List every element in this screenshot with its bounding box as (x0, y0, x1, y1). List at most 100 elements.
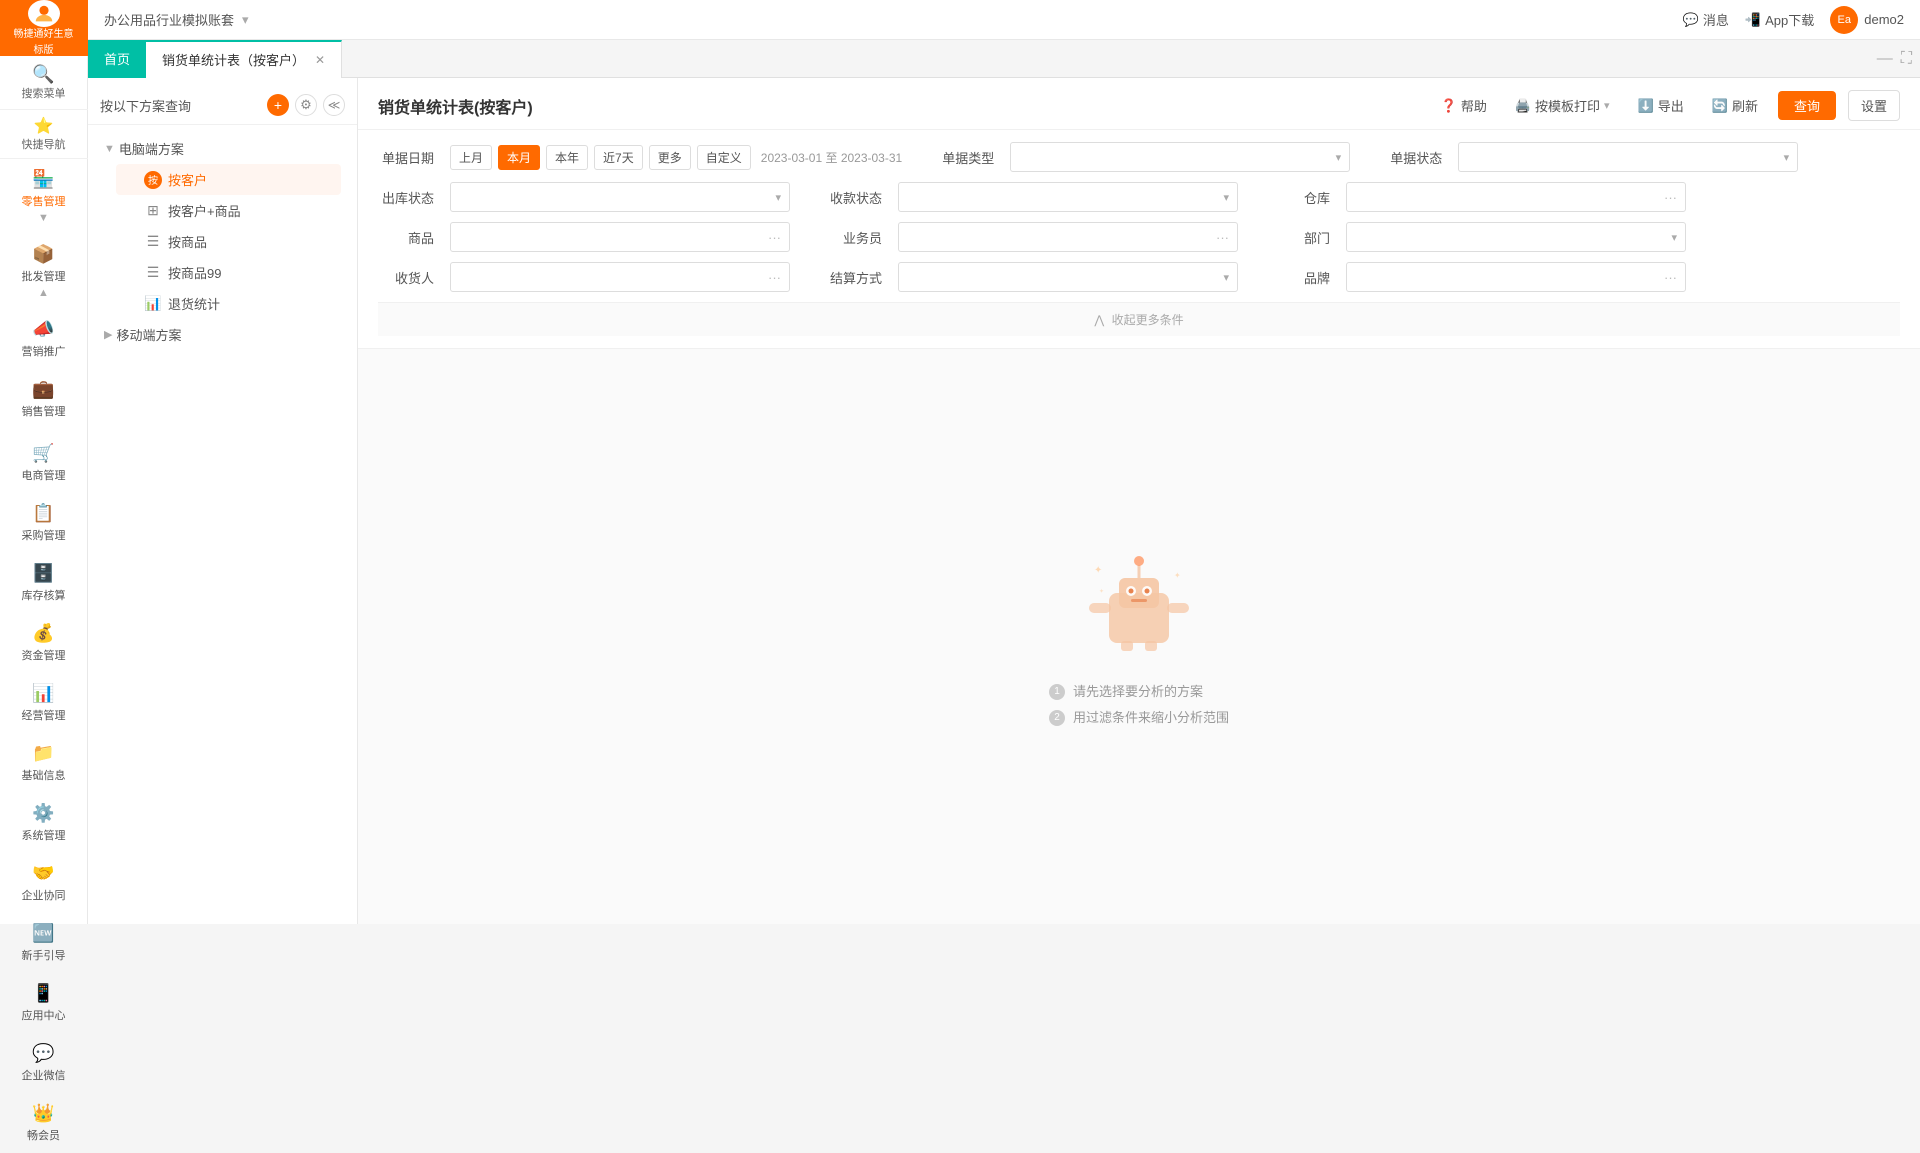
order-type-select[interactable]: ▾ (1010, 142, 1350, 172)
export-btn[interactable]: ⬇️ 导出 (1630, 92, 1692, 119)
logo-icon (28, 0, 60, 27)
sidebar-item-newuser[interactable]: 🆕 新手引导 (0, 913, 88, 973)
custom-date-btn[interactable]: 自定义 (697, 145, 751, 170)
help-btn[interactable]: ❓ 帮助 (1433, 92, 1495, 119)
payment-status-select[interactable]: ▾ (898, 182, 1238, 212)
collapse-left-btn[interactable]: ≪ (323, 94, 345, 116)
warehouse-input[interactable]: ··· (1346, 182, 1686, 212)
sidebar-item-basic[interactable]: 📁 基础信息 (0, 733, 88, 793)
out-status-arrow: ▾ (775, 191, 781, 204)
collapse-icon: ⋀ (1094, 313, 1104, 327)
sidebar-logo[interactable]: 畅捷通好生意 标版 (0, 0, 88, 56)
print-icon: 🖨️ (1515, 98, 1531, 114)
sidebar-item-sales[interactable]: 💼 销售管理 (0, 369, 88, 429)
payment-status-label: 收款状态 (826, 188, 882, 207)
message-btn[interactable]: 💬 消息 (1683, 10, 1729, 29)
by-product-label: 按商品 (168, 232, 207, 251)
tab-minimize-btn[interactable]: — (1877, 50, 1893, 68)
sidebar-item-operations[interactable]: 📊 经营管理 (0, 673, 88, 733)
app-download-btn[interactable]: 📲 App下载 (1745, 10, 1814, 29)
this-year-btn[interactable]: 本年 (546, 145, 588, 170)
tree-mobile-parent[interactable]: ▶ 移动端方案 (96, 319, 349, 350)
appcenter-label: 应用中心 (22, 1007, 66, 1023)
sidebar-item-finance[interactable]: 💰 资金管理 (0, 613, 88, 673)
tip-row-1: 1 请先选择要分析的方案 (1049, 679, 1229, 705)
filter-row-1: 单据日期 上月 本月 本年 近7天 更多 自定义 2023-03-01 至 20… (378, 142, 1900, 172)
order-status-label: 单据状态 (1386, 148, 1442, 167)
sidebar-item-inventory[interactable]: 🗄️ 库存核算 (0, 553, 88, 613)
industry-dropdown-icon[interactable]: ▾ (242, 12, 249, 28)
order-type-arrow: ▾ (1336, 151, 1342, 164)
sidebar-item-corpwechat[interactable]: 💬 企业微信 (0, 1033, 88, 1093)
user-menu[interactable]: Ea demo2 (1830, 6, 1904, 34)
user-name: demo2 (1864, 12, 1904, 27)
tab-close-btn[interactable]: ✕ (315, 53, 325, 67)
settings-scheme-btn[interactable]: ⚙ (295, 94, 317, 116)
retail-chevron: ▼ (38, 212, 49, 224)
query-label: 查询 (1794, 96, 1820, 115)
tab-actions: — ⛶ (342, 50, 1920, 68)
system-label: 系统管理 (22, 827, 66, 843)
tree-item-by-product99[interactable]: ☰ 按商品99 (116, 257, 341, 288)
receiver-input[interactable]: ··· (450, 262, 790, 292)
order-status-select[interactable]: ▾ (1458, 142, 1798, 172)
tree-desktop-parent[interactable]: ▼ 电脑端方案 (96, 133, 349, 164)
more-date-btn[interactable]: 更多 (649, 145, 691, 170)
operations-icon: 📊 (32, 683, 54, 704)
sidebar-item-system[interactable]: ⚙️ 系统管理 (0, 793, 88, 853)
date-range-text: 2023-03-01 至 2023-03-31 (761, 149, 902, 166)
export-icon: ⬇️ (1638, 98, 1654, 114)
sidebar-search-menu[interactable]: 🔍 搜索菜单 (0, 56, 88, 110)
order-type-label: 单据类型 (938, 148, 994, 167)
by-product99-label: 按商品99 (168, 263, 221, 282)
settlement-arrow: ▾ (1223, 271, 1229, 284)
sidebar-item-ecommerce[interactable]: 🛒 电商管理 (0, 433, 88, 493)
filter-row-2: 出库状态 ▾ 收款状态 ▾ 仓库 ··· (378, 182, 1900, 212)
wholesale-icon: 📦 (32, 244, 54, 265)
sidebar-item-appcenter[interactable]: 📱 应用中心 (0, 973, 88, 1033)
add-scheme-btn[interactable]: + (267, 94, 289, 116)
tree-item-by-customer[interactable]: 按 按客户 (116, 164, 341, 195)
member-icon: 👑 (32, 1103, 54, 1124)
print-btn[interactable]: 🖨️ 按模板打印 ▾ (1507, 92, 1618, 119)
out-status-select[interactable]: ▾ (450, 182, 790, 212)
sidebar-item-retail[interactable]: 🏪 零售管理 ▼ (0, 159, 88, 234)
refresh-btn[interactable]: 🔄 刷新 (1704, 92, 1766, 119)
sidebar-item-purchase[interactable]: 📋 采购管理 (0, 493, 88, 553)
last-month-btn[interactable]: 上月 (450, 145, 492, 170)
refresh-label: 刷新 (1732, 96, 1758, 115)
brand-input[interactable]: ··· (1346, 262, 1686, 292)
inventory-icon: 🗄️ (32, 563, 54, 584)
tree-item-by-product[interactable]: ☰ 按商品 (116, 226, 341, 257)
collapse-bar[interactable]: ⋀ 收起更多条件 (378, 302, 1900, 336)
operations-label: 经营管理 (22, 707, 66, 723)
salesperson-input[interactable]: ··· (898, 222, 1238, 252)
wholesale-label: 批发管理 (22, 268, 66, 284)
receiver-label: 收货人 (378, 268, 434, 287)
department-select[interactable]: ▾ (1346, 222, 1686, 252)
settings-btn[interactable]: 设置 (1848, 90, 1900, 121)
settlement-select[interactable]: ▾ (898, 262, 1238, 292)
sidebar-item-wholesale[interactable]: 📦 批发管理 ▲ (0, 234, 88, 309)
search-menu-label: 搜索菜单 (6, 85, 82, 101)
sidebar-item-member[interactable]: 👑 畅会员 (0, 1093, 88, 1153)
report-tab-label: 销货单统计表（按客户） (162, 50, 305, 69)
sidebar-item-enterprise[interactable]: 🤝 企业协同 (0, 853, 88, 913)
tab-maximize-btn[interactable]: ⛶ (1901, 50, 1912, 68)
tab-report[interactable]: 销货单统计表（按客户） ✕ (146, 40, 342, 78)
department-arrow: ▾ (1671, 231, 1677, 244)
query-btn[interactable]: 查询 (1778, 91, 1836, 120)
tree-item-return-stats[interactable]: 📊 退货统计 (116, 288, 341, 319)
sidebar-item-marketing[interactable]: 📣 营销推广 (0, 309, 88, 369)
corpwechat-label: 企业微信 (22, 1067, 66, 1083)
tip-text-1: 请先选择要分析的方案 (1073, 679, 1203, 705)
sidebar-quick-nav[interactable]: ⭐ 快捷导航 (0, 110, 88, 159)
product-input[interactable]: ··· (450, 222, 790, 252)
user-avatar: Ea (1830, 6, 1858, 34)
print-label: 按模板打印 (1535, 96, 1600, 115)
tab-home[interactable]: 首页 (88, 40, 146, 78)
last7-btn[interactable]: 近7天 (594, 145, 643, 170)
tree-item-by-customer-product[interactable]: ⊞ 按客户+商品 (116, 195, 341, 226)
this-month-btn[interactable]: 本月 (498, 145, 540, 170)
svg-text:✦: ✦ (1174, 571, 1181, 580)
